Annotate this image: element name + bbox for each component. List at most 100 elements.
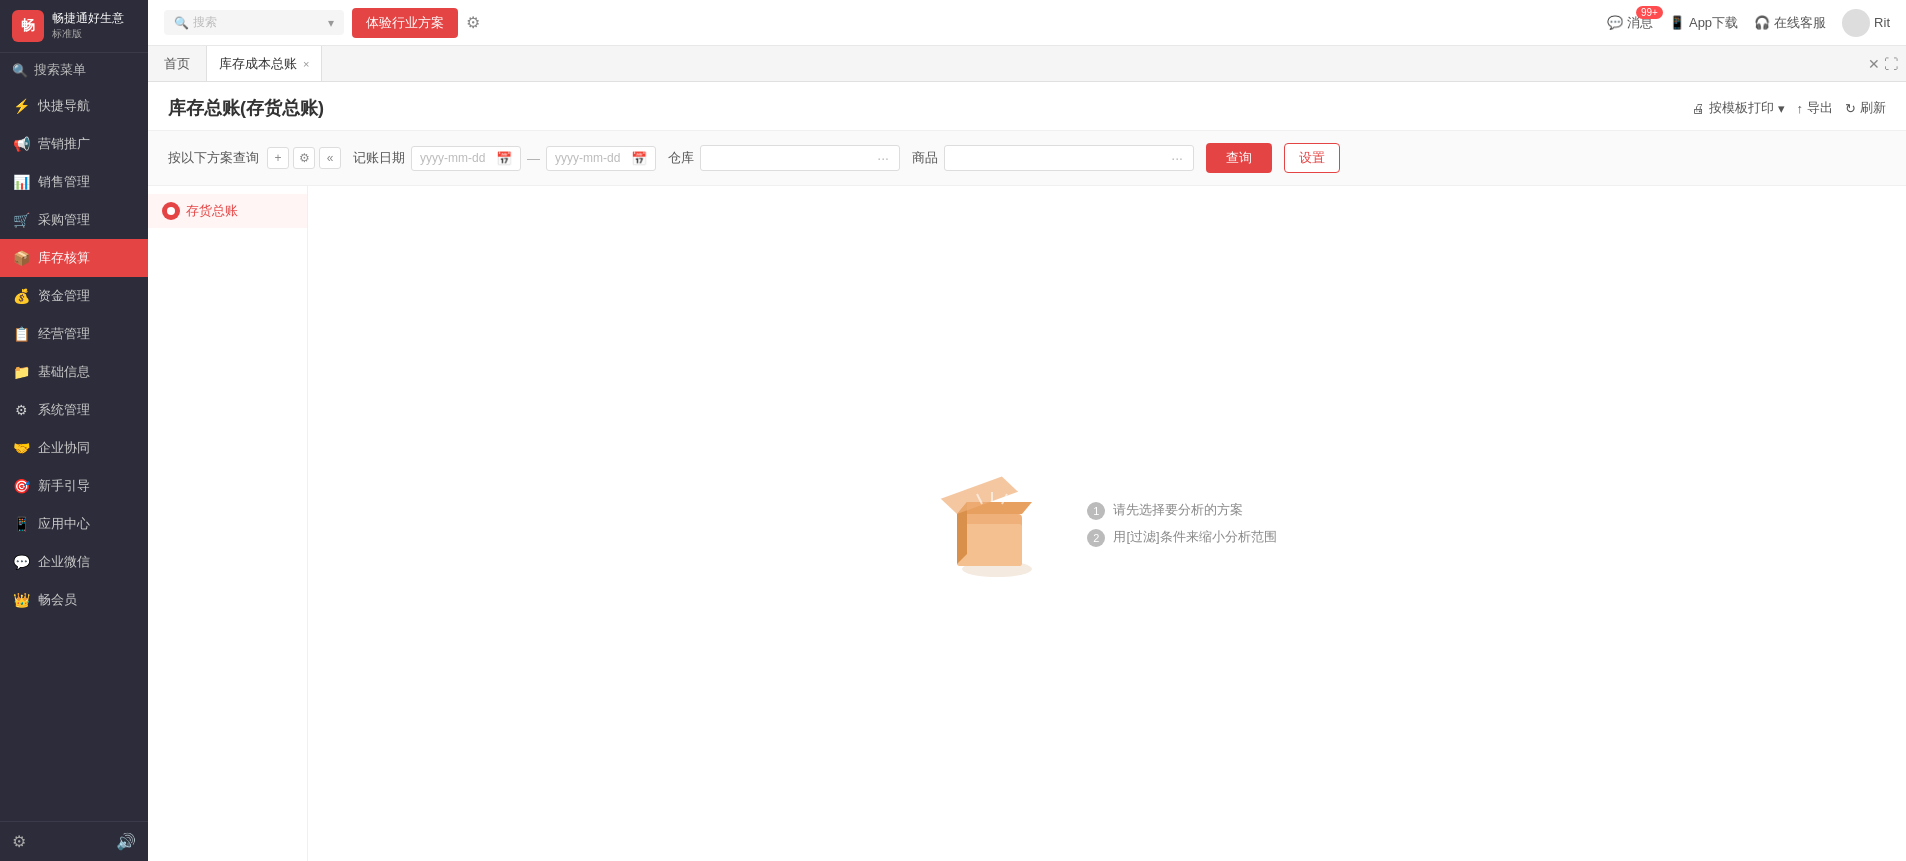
search-icon: 🔍 [12,63,28,78]
tab-panel-right: ✕ ⛶ [1868,56,1906,72]
topbar-right: 💬 消息 99+ 📱 App下载 🎧 在线客服 Rit [1607,9,1890,37]
online-service-label: 在线客服 [1774,14,1826,32]
tab-close-btn[interactable]: × [303,58,309,70]
export-btn[interactable]: ↑ 导出 [1797,99,1834,117]
sidebar-item-quick-nav[interactable]: ⚡ 快捷导航 [0,87,148,125]
hint-text-2: 用[过滤]条件来缩小分析范围 [1113,528,1276,546]
scheme-item-inventory-ledger[interactable]: 存货总账 [148,194,307,228]
messages-btn[interactable]: 💬 消息 99+ [1607,14,1653,32]
hint-num-2: 2 [1087,529,1105,547]
online-service-btn[interactable]: 🎧 在线客服 [1754,14,1826,32]
main-area: 🔍 搜索 ▾ 体验行业方案 ⚙ 💬 消息 99+ 📱 App下载 🎧 在线客服 … [148,0,1906,861]
tab-inventory-ledger[interactable]: 库存成本总账 × [207,46,322,81]
chevron-down-icon: ▾ [328,16,334,30]
tab-panel-close-btn[interactable]: ✕ [1868,56,1880,72]
export-label: 导出 [1807,99,1833,117]
filter-bar: 按以下方案查询 + ⚙ « 记账日期 yyyy-mm-dd 📅 — [148,131,1906,186]
sidebar-search[interactable]: 🔍 搜索菜单 [0,53,148,87]
page-header: 库存总账(存货总账) 🖨 按模板打印 ▾ ↑ 导出 ↻ 刷新 [148,82,1906,131]
sidebar-item-label: 企业协同 [38,439,90,457]
sidebar-item-app-center[interactable]: 📱 应用中心 [0,505,148,543]
page-header-actions: 🖨 按模板打印 ▾ ↑ 导出 ↻ 刷新 [1692,99,1887,117]
tab-label: 库存成本总账 [219,55,297,73]
tabbar: 首页 库存成本总账 × ✕ ⛶ [148,46,1906,82]
date-separator: — [527,151,540,166]
print-template-btn[interactable]: 🖨 按模板打印 ▾ [1692,99,1785,117]
app-center-icon: 📱 [12,516,30,532]
sidebar-item-label: 企业微信 [38,553,90,571]
printer-icon: 🖨 [1692,101,1705,116]
warehouse-more-icon[interactable]: ··· [877,150,889,166]
topbar-gear-icon[interactable]: ⚙ [466,13,480,32]
warehouse-input[interactable]: ··· [700,145,900,171]
scheme-active-icon [162,202,180,220]
calendar-end-icon[interactable]: 📅 [631,151,647,166]
sidebar-footer: ⚙ 🔊 [0,821,148,861]
date-filter-group: 记账日期 yyyy-mm-dd 📅 — yyyy-mm-dd 📅 [353,146,656,171]
content-body: 存货总账 [148,186,1906,861]
goods-label: 商品 [912,149,938,167]
date-start-placeholder: yyyy-mm-dd [420,151,485,165]
export-icon: ↑ [1797,101,1804,116]
app-download-btn[interactable]: 📱 App下载 [1669,14,1738,32]
filter-row: 记账日期 yyyy-mm-dd 📅 — yyyy-mm-dd 📅 仓库 [353,143,1340,173]
settings-icon[interactable]: ⚙ [12,832,26,851]
sidebar-item-wechat[interactable]: 💬 企业微信 [0,543,148,581]
tab-panel-expand-btn[interactable]: ⛶ [1884,56,1898,72]
sidebar-item-operation[interactable]: 📋 经营管理 [0,315,148,353]
calendar-start-icon[interactable]: 📅 [496,151,512,166]
user-avatar [1842,9,1870,37]
member-icon: 👑 [12,592,30,608]
filter-collapse-btn[interactable]: « [319,147,341,169]
enterprise-icon: 🤝 [12,440,30,456]
sidebar-item-label: 营销推广 [38,135,90,153]
basic-icon: 📁 [12,364,30,380]
print-label: 按模板打印 [1709,99,1774,117]
hint-item-2: 2 用[过滤]条件来缩小分析范围 [1087,528,1276,547]
page-title: 库存总账(存货总账) [168,96,324,120]
refresh-btn[interactable]: ↻ 刷新 [1845,99,1886,117]
goods-more-icon[interactable]: ··· [1171,150,1183,166]
hint-item-1: 1 请先选择要分析的方案 [1087,501,1276,520]
goods-filter-group: 商品 ··· [912,145,1194,171]
goods-input[interactable]: ··· [944,145,1194,171]
sidebar-item-finance[interactable]: 💰 资金管理 [0,277,148,315]
filter-settings-btn[interactable]: ⚙ [293,147,315,169]
filter-add-btn[interactable]: + [267,147,289,169]
sidebar-item-system[interactable]: ⚙ 系统管理 [0,391,148,429]
query-btn[interactable]: 查询 [1206,143,1272,173]
audio-icon[interactable]: 🔊 [116,832,136,851]
sidebar-item-member[interactable]: 👑 畅会员 [0,581,148,619]
wechat-icon: 💬 [12,554,30,570]
sidebar-item-enterprise[interactable]: 🤝 企业协同 [0,429,148,467]
app-download-label: App下载 [1689,14,1738,32]
sidebar-item-label: 应用中心 [38,515,90,533]
topbar-search[interactable]: 🔍 搜索 ▾ [164,10,344,35]
sidebar-item-sales[interactable]: 📊 销售管理 [0,163,148,201]
date-end-placeholder: yyyy-mm-dd [555,151,620,165]
date-label: 记账日期 [353,149,405,167]
warehouse-filter-group: 仓库 ··· [668,145,900,171]
date-end-input[interactable]: yyyy-mm-dd 📅 [546,146,656,171]
sidebar-item-purchase[interactable]: 🛒 采购管理 [0,201,148,239]
empty-hints: 1 请先选择要分析的方案 2 用[过滤]条件来缩小分析范围 [1087,501,1276,547]
system-icon: ⚙ [12,402,30,418]
sidebar-item-label: 采购管理 [38,211,90,229]
sidebar-item-inventory[interactable]: 📦 库存核算 [0,239,148,277]
app-name: 畅捷通好生意 [52,11,124,27]
industry-btn[interactable]: 体验行业方案 [352,8,458,38]
hint-num-1: 1 [1087,502,1105,520]
date-start-input[interactable]: yyyy-mm-dd 📅 [411,146,521,171]
sidebar-item-newbie[interactable]: 🎯 新手引导 [0,467,148,505]
newbie-icon: 🎯 [12,478,30,494]
sidebar-item-label: 资金管理 [38,287,90,305]
setting-btn[interactable]: 设置 [1284,143,1340,173]
scheme-list: 存货总账 [148,186,308,861]
quick-nav-icon: ⚡ [12,98,30,114]
tab-home[interactable]: 首页 [148,46,207,81]
user-avatar-btn[interactable]: Rit [1842,9,1890,37]
sidebar-item-basic[interactable]: 📁 基础信息 [0,353,148,391]
refresh-label: 刷新 [1860,99,1886,117]
content: 库存总账(存货总账) 🖨 按模板打印 ▾ ↑ 导出 ↻ 刷新 [148,82,1906,861]
sidebar-item-marketing[interactable]: 📢 营销推广 [0,125,148,163]
